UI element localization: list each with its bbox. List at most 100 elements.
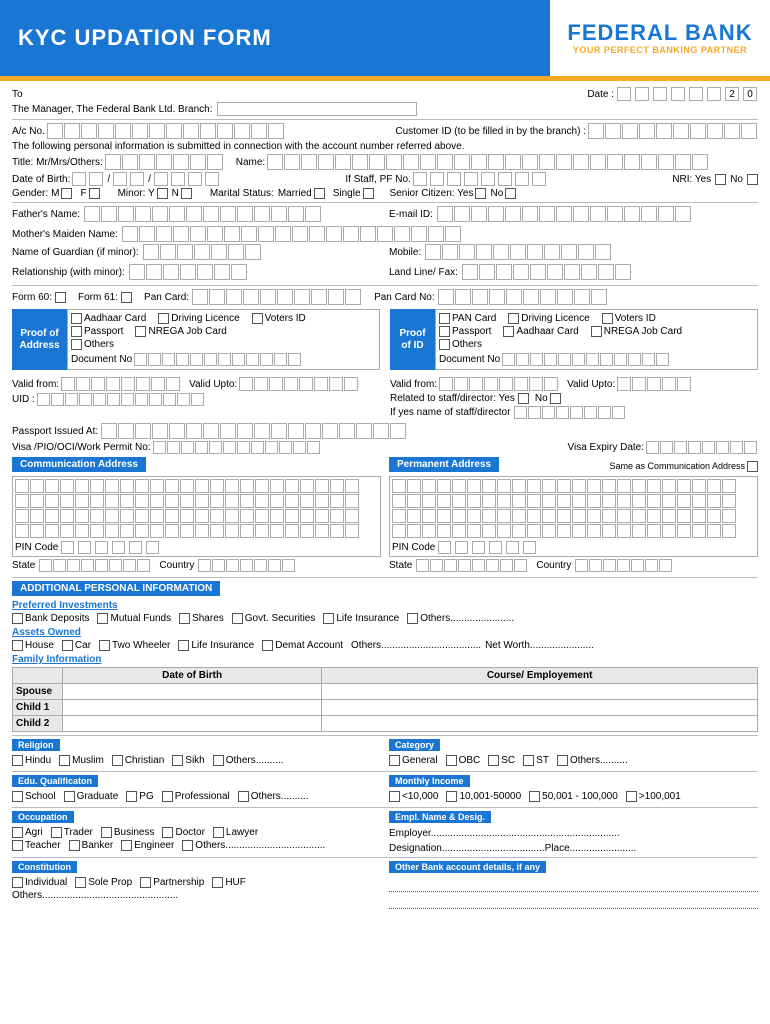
christian-label: Christian xyxy=(125,755,164,766)
nri-no-label: No xyxy=(730,174,743,185)
manager-label: The Manager, The Federal Bank Ltd. Branc… xyxy=(12,104,213,115)
demat-label: Demat Account xyxy=(275,640,343,651)
doctor-label: Doctor xyxy=(175,827,204,838)
nrega-option[interactable]: NREGA Job Card xyxy=(135,326,226,337)
course-col-header: Course/ Employement xyxy=(322,668,758,684)
edu-qual-label: Edu. Qualificaton xyxy=(12,775,98,787)
others-addr-option[interactable]: Others xyxy=(71,339,114,350)
driving-licence-option[interactable]: Driving Licence xyxy=(158,313,239,324)
if-yes-label: If yes name of staff/director xyxy=(390,407,510,418)
nri-yes-checkbox[interactable] xyxy=(715,174,726,185)
net-worth-label: Net Worth....................... xyxy=(485,640,594,651)
constitution-label: Constitution xyxy=(12,861,77,873)
date-box-3[interactable] xyxy=(653,87,667,101)
date-label: Date : xyxy=(587,89,614,100)
state-perm-label: State xyxy=(389,560,412,571)
bank-tagline: YOUR PERFECT BANKING PARTNER xyxy=(573,45,747,55)
table-row: Child 2 xyxy=(13,716,758,732)
income4-label: >100,001 xyxy=(639,791,681,802)
form61-checkbox[interactable] xyxy=(121,292,132,303)
same-comm-checkbox[interactable] xyxy=(747,461,758,472)
designation-label: Designation.............................… xyxy=(389,843,758,854)
school-label: School xyxy=(25,791,56,802)
married-checkbox[interactable] xyxy=(314,188,325,199)
aadhaar-card-label: Aadhaar Card xyxy=(84,313,146,324)
form61-label: Form 61: xyxy=(78,292,118,303)
relationship-label: Relationship (with minor): xyxy=(12,267,125,278)
date-box-5[interactable] xyxy=(689,87,703,101)
related-staff-label: Related to staff/director: Yes xyxy=(390,393,515,404)
lawyer-label: Lawyer xyxy=(226,827,258,838)
others-asset-label: Others..................................… xyxy=(351,640,481,651)
sole-prop-label: Sole Prop xyxy=(88,877,132,888)
related-no-checkbox[interactable] xyxy=(550,393,561,404)
gender-f-checkbox[interactable] xyxy=(89,188,100,199)
table-row: Spouse xyxy=(13,684,758,700)
huf-label: HUF xyxy=(225,877,246,888)
aadhaar-card-option[interactable]: Aadhaar Card xyxy=(71,313,146,324)
dob-label: Date of Birth: xyxy=(12,174,70,185)
senior-yes-checkbox[interactable] xyxy=(475,188,486,199)
landline-label: Land Line/ Fax: xyxy=(389,267,458,278)
graduate-label: Graduate xyxy=(77,791,119,802)
name-label: Name: xyxy=(236,157,265,168)
date-digit-1: 2 xyxy=(725,87,739,101)
proof-id-label: Proofof ID xyxy=(390,309,435,370)
others-const-label: Others..................................… xyxy=(12,890,178,901)
to-label: To xyxy=(12,89,23,100)
nrega-label: NREGA Job Card xyxy=(148,326,226,337)
pan-card-no-label: Pan Card No: xyxy=(374,292,435,303)
country-perm-label: Country xyxy=(536,560,571,571)
engineer-label: Engineer xyxy=(134,840,174,851)
comm-address-header: Communication Address xyxy=(12,457,146,472)
income3-label: 50,001 - 100,000 xyxy=(542,791,618,802)
form60-label: Form 60: xyxy=(12,292,52,303)
passport-option[interactable]: Passport xyxy=(71,326,123,337)
title-label: Title: Mr/Mrs/Others: xyxy=(12,157,103,168)
family-table: Date of Birth Course/ Employement Spouse… xyxy=(12,667,758,732)
state-comm-label: State xyxy=(12,560,35,571)
others-addr-label: Others xyxy=(84,339,114,350)
single-checkbox[interactable] xyxy=(363,188,374,199)
related-yes-checkbox[interactable] xyxy=(518,393,529,404)
mobile-label: Mobile: xyxy=(389,247,421,258)
agri-label: Agri xyxy=(25,827,43,838)
minor-n-checkbox[interactable] xyxy=(181,188,192,199)
car-label: Car xyxy=(75,640,91,651)
date-box-6[interactable] xyxy=(707,87,721,101)
nri-no-checkbox[interactable] xyxy=(747,174,758,185)
date-box-2[interactable] xyxy=(635,87,649,101)
minor-y-checkbox[interactable] xyxy=(157,188,168,199)
date-box-4[interactable] xyxy=(671,87,685,101)
bank-deposits-label: Bank Deposits xyxy=(25,613,89,624)
muslim-label: Muslim xyxy=(72,755,104,766)
date-digit-2: 0 xyxy=(743,87,757,101)
branch-box[interactable] xyxy=(217,102,417,116)
employer-label: Employer................................… xyxy=(389,828,758,839)
gender-m-checkbox[interactable] xyxy=(61,188,72,199)
two-wheeler-label: Two Wheeler xyxy=(112,640,170,651)
marital-label: Marital Status: xyxy=(210,188,274,199)
shares-label: Shares xyxy=(192,613,224,624)
form60-checkbox[interactable] xyxy=(55,292,66,303)
monthly-income-label: Monthly Income xyxy=(389,775,470,787)
teacher-label: Teacher xyxy=(25,840,61,851)
bank-logo: FEDERAL BANK YOUR PERFECT BANKING PARTNE… xyxy=(550,0,770,76)
valid-from-id-label: Valid from: xyxy=(390,379,437,390)
income2-label: 10,001-50000 xyxy=(459,791,521,802)
others-occ-label: Others..................................… xyxy=(195,840,325,851)
pan-card-label: Pan Card: xyxy=(144,292,189,303)
mutual-funds-label: Mutual Funds xyxy=(110,613,171,624)
acno-box[interactable] xyxy=(47,123,63,139)
general-label: General xyxy=(402,755,438,766)
passport-label: Passport xyxy=(84,326,123,337)
header: KYC UPDATION FORM FEDERAL BANK YOUR PERF… xyxy=(0,0,770,76)
voters-id-option[interactable]: Voters ID xyxy=(252,313,306,324)
date-box-1[interactable] xyxy=(617,87,631,101)
family-info-label: Family Information xyxy=(12,654,101,665)
life-ins-asset-label: Life Insurance xyxy=(191,640,254,651)
passport-issued-label: Passport Issued At: xyxy=(12,426,98,437)
senior-no-checkbox[interactable] xyxy=(505,188,516,199)
customer-id-label: Customer ID (to be filled in by the bran… xyxy=(395,126,586,137)
nri-label: NRI: Yes xyxy=(672,174,711,185)
